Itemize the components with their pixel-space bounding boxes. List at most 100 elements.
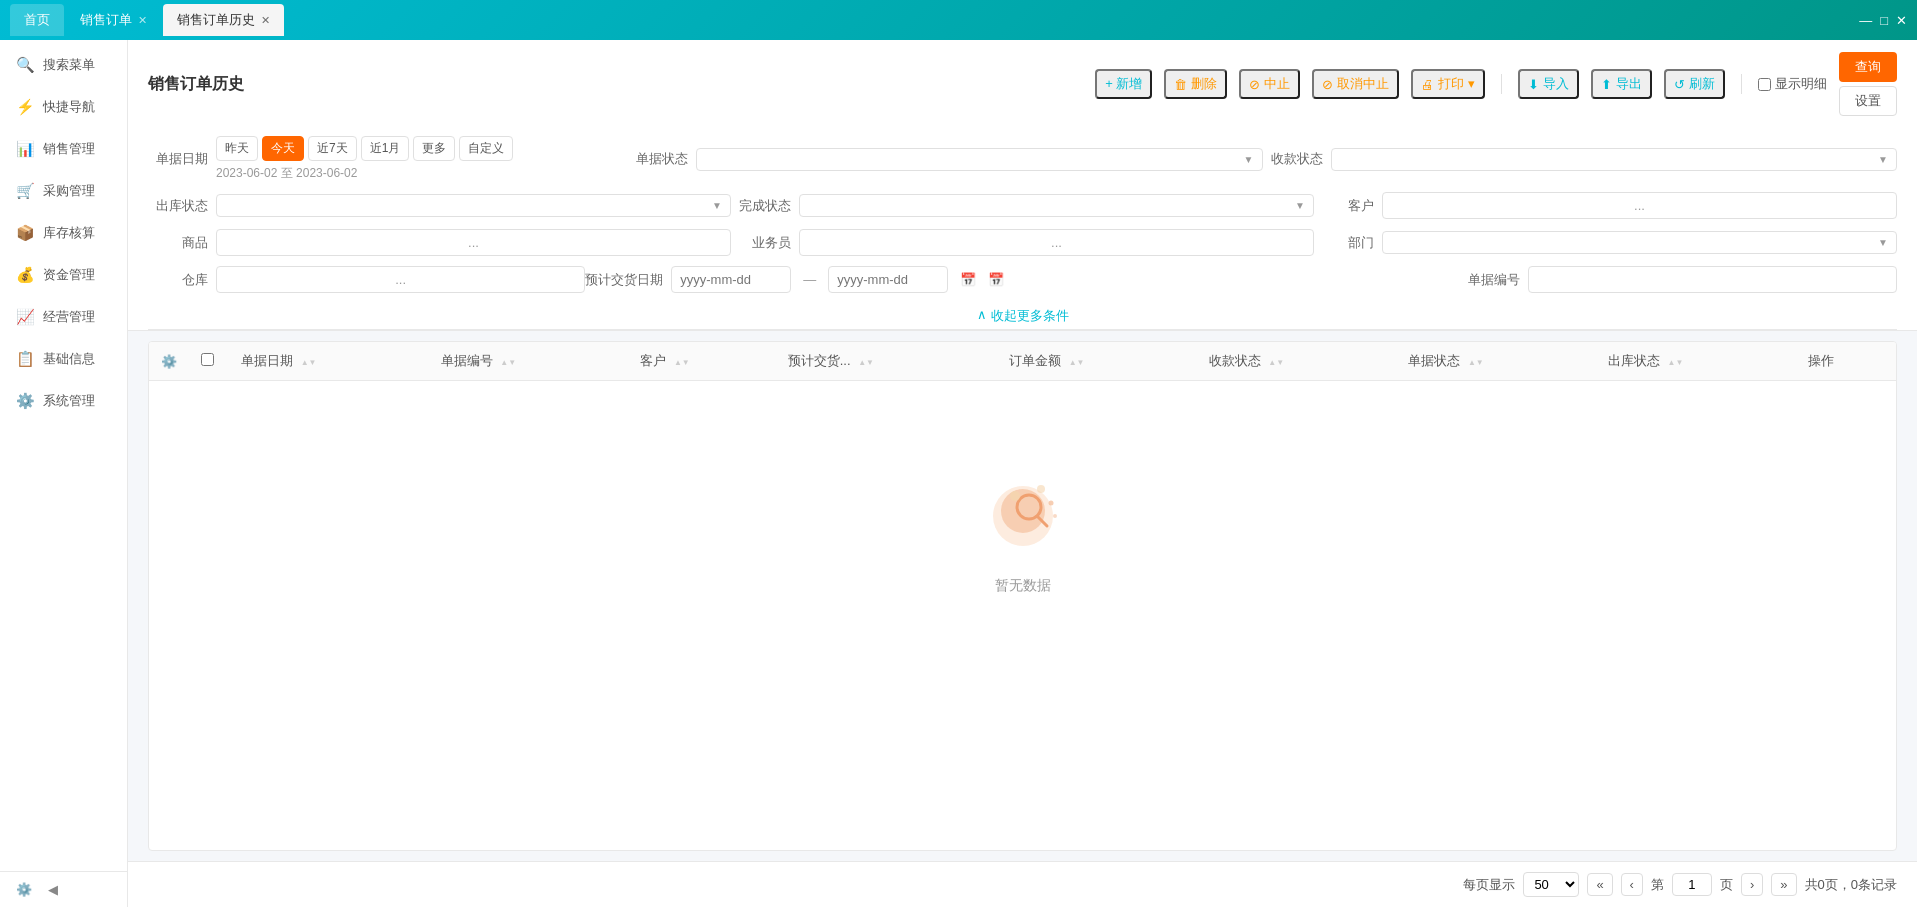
export-icon: ⬆: [1601, 77, 1612, 92]
delete-button[interactable]: 🗑 删除: [1164, 69, 1227, 99]
prev-page-btn[interactable]: ‹: [1621, 873, 1643, 896]
display-toggle-checkbox[interactable]: [1758, 78, 1771, 91]
dept-label: 部门: [1314, 234, 1374, 252]
select-all-checkbox[interactable]: [201, 353, 214, 366]
sidebar-item-operations[interactable]: 📈 经营管理: [0, 296, 127, 338]
dept-filter: 部门 ▼: [1314, 231, 1897, 254]
first-page-btn[interactable]: «: [1587, 873, 1612, 896]
planned-date-cal-start-icon[interactable]: 📅: [960, 272, 976, 287]
col-collection-status[interactable]: 收款状态 ▲▼: [1197, 342, 1397, 381]
sidebar: 🔍 搜索菜单 ⚡ 快捷导航 📊 销售管理 🛒 采购管理 📦 库存核算 💰 资金管…: [0, 40, 128, 907]
sidebar-bottom: ⚙️ ◀: [0, 871, 127, 907]
query-button[interactable]: 查询: [1839, 52, 1897, 82]
planned-date-cal-end-icon[interactable]: 📅: [988, 272, 1004, 287]
sidebar-item-system-mgmt-label: 系统管理: [43, 392, 95, 410]
sidebar-item-system-mgmt[interactable]: ⚙️ 系统管理: [0, 380, 127, 422]
doc-status-select[interactable]: ▼: [696, 148, 1263, 171]
tab-sales-order-close[interactable]: ✕: [138, 14, 147, 27]
tab-home-label: 首页: [24, 11, 50, 29]
cancel-stop-button[interactable]: ⊘ 取消中止: [1312, 69, 1399, 99]
sidebar-item-sales-mgmt[interactable]: 📊 销售管理: [0, 128, 127, 170]
date-range-text: 2023-06-02 至 2023-06-02: [216, 165, 513, 182]
customer-input[interactable]: ...: [1382, 192, 1897, 219]
sidebar-collapse-icon[interactable]: ◀: [48, 882, 58, 897]
filter-row-4: 仓库 ... 预计交货日期 — 📅 📅 单据编号: [148, 266, 1897, 293]
export-button[interactable]: ⬆ 导出: [1591, 69, 1652, 99]
refresh-button[interactable]: ↺ 刷新: [1664, 69, 1725, 99]
sidebar-settings-icon[interactable]: ⚙️: [16, 882, 32, 897]
inventory-icon: 📦: [16, 224, 35, 242]
tab-sales-order-history[interactable]: 销售订单历史 ✕: [163, 4, 284, 36]
svg-point-7: [1053, 514, 1057, 518]
sidebar-item-purchase-mgmt[interactable]: 🛒 采购管理: [0, 170, 127, 212]
date-btn-1month[interactable]: 近1月: [361, 136, 410, 161]
goods-input[interactable]: ...: [216, 229, 731, 256]
table-header: ⚙️ 单据日期 ▲▼ 单据编号 ▲▼ 客户: [149, 342, 1896, 381]
import-button[interactable]: ⬇ 导入: [1518, 69, 1579, 99]
filter-row-1: 单据日期 昨天 今天 近7天 近1月 更多 自定义 2023-06-02 至 2…: [148, 136, 1897, 182]
planned-date-label: 预计交货日期: [585, 271, 663, 289]
col-settings[interactable]: ⚙️: [149, 342, 189, 381]
last-page-btn[interactable]: »: [1771, 873, 1796, 896]
collapse-row[interactable]: ∧ 收起更多条件: [148, 303, 1897, 329]
minimize-icon[interactable]: —: [1859, 13, 1872, 28]
setting-button[interactable]: 设置: [1839, 86, 1897, 116]
warehouse-out-filter: 出库状态 ▼: [148, 194, 731, 217]
date-btn-yesterday[interactable]: 昨天: [216, 136, 258, 161]
collection-status-filter: 收款状态 ▼: [1263, 148, 1898, 171]
col-collection-status-label: 收款状态: [1209, 353, 1261, 368]
col-customer[interactable]: 客户 ▲▼: [628, 342, 775, 381]
salesperson-input[interactable]: ...: [799, 229, 1314, 256]
tab-home[interactable]: 首页: [10, 4, 64, 36]
maximize-icon[interactable]: □: [1880, 13, 1888, 28]
col-customer-label: 客户: [640, 353, 666, 368]
collapse-up-icon: ∧: [977, 307, 987, 325]
completion-select[interactable]: ▼: [799, 194, 1314, 217]
date-options-group: 昨天 今天 近7天 近1月 更多 自定义 2023-06-02 至 2023-0…: [216, 136, 513, 182]
date-btn-today[interactable]: 今天: [262, 136, 304, 161]
warehouse-input[interactable]: ...: [216, 266, 585, 293]
sidebar-item-quick-nav[interactable]: ⚡ 快捷导航: [0, 86, 127, 128]
date-quick-options: 昨天 今天 近7天 近1月 更多 自定义: [216, 136, 513, 161]
collection-status-select[interactable]: ▼: [1331, 148, 1898, 171]
per-page-select[interactable]: 50 10 20 100: [1523, 872, 1579, 897]
col-doc-sort: ▲▼: [1468, 359, 1484, 367]
dept-select[interactable]: ▼: [1382, 231, 1897, 254]
warehouse-out-select[interactable]: ▼: [216, 194, 731, 217]
new-button[interactable]: + 新增: [1095, 69, 1152, 99]
col-doc-no[interactable]: 单据编号 ▲▼: [429, 342, 629, 381]
sidebar-item-quick-nav-label: 快捷导航: [43, 98, 95, 116]
col-doc-status[interactable]: 单据状态 ▲▼: [1396, 342, 1596, 381]
tab-sales-order-history-close[interactable]: ✕: [261, 14, 270, 27]
date-btn-7days[interactable]: 近7天: [308, 136, 357, 161]
sidebar-item-capital[interactable]: 💰 资金管理: [0, 254, 127, 296]
print-button[interactable]: 🖨 打印 ▾: [1411, 69, 1485, 99]
sidebar-item-inventory[interactable]: 📦 库存核算: [0, 212, 127, 254]
warehouse-label: 仓库: [148, 271, 208, 289]
col-date[interactable]: 单据日期 ▲▼: [229, 342, 429, 381]
warehouse-out-chevron: ▼: [712, 200, 722, 211]
col-check[interactable]: [189, 342, 229, 381]
tab-sales-order[interactable]: 销售订单 ✕: [66, 4, 161, 36]
col-out-status[interactable]: 出库状态 ▲▼: [1596, 342, 1796, 381]
next-page-btn[interactable]: ›: [1741, 873, 1763, 896]
col-amount[interactable]: 订单金额 ▲▼: [997, 342, 1197, 381]
date-btn-custom[interactable]: 自定义: [459, 136, 513, 161]
doc-no-input[interactable]: [1528, 266, 1897, 293]
planned-date-end[interactable]: [828, 266, 948, 293]
planned-date-start[interactable]: [671, 266, 791, 293]
collapse-label: 收起更多条件: [991, 307, 1069, 325]
col-actions-label: 操作: [1808, 353, 1834, 368]
col-planned-date[interactable]: 预计交货... ▲▼: [776, 342, 997, 381]
sidebar-item-search-menu[interactable]: 🔍 搜索菜单: [0, 44, 127, 86]
stop-button[interactable]: ⊘ 中止: [1239, 69, 1300, 99]
col-planned-date-label: 预计交货...: [788, 353, 851, 368]
date-btn-more[interactable]: 更多: [413, 136, 455, 161]
capital-icon: 💰: [16, 266, 35, 284]
sidebar-item-base-info[interactable]: 📋 基础信息: [0, 338, 127, 380]
display-toggle[interactable]: 显示明细: [1758, 75, 1827, 93]
page-input[interactable]: [1672, 873, 1712, 896]
close-icon[interactable]: ✕: [1896, 13, 1907, 28]
delete-label: 删除: [1191, 75, 1217, 93]
sidebar-item-sales-mgmt-label: 销售管理: [43, 140, 95, 158]
